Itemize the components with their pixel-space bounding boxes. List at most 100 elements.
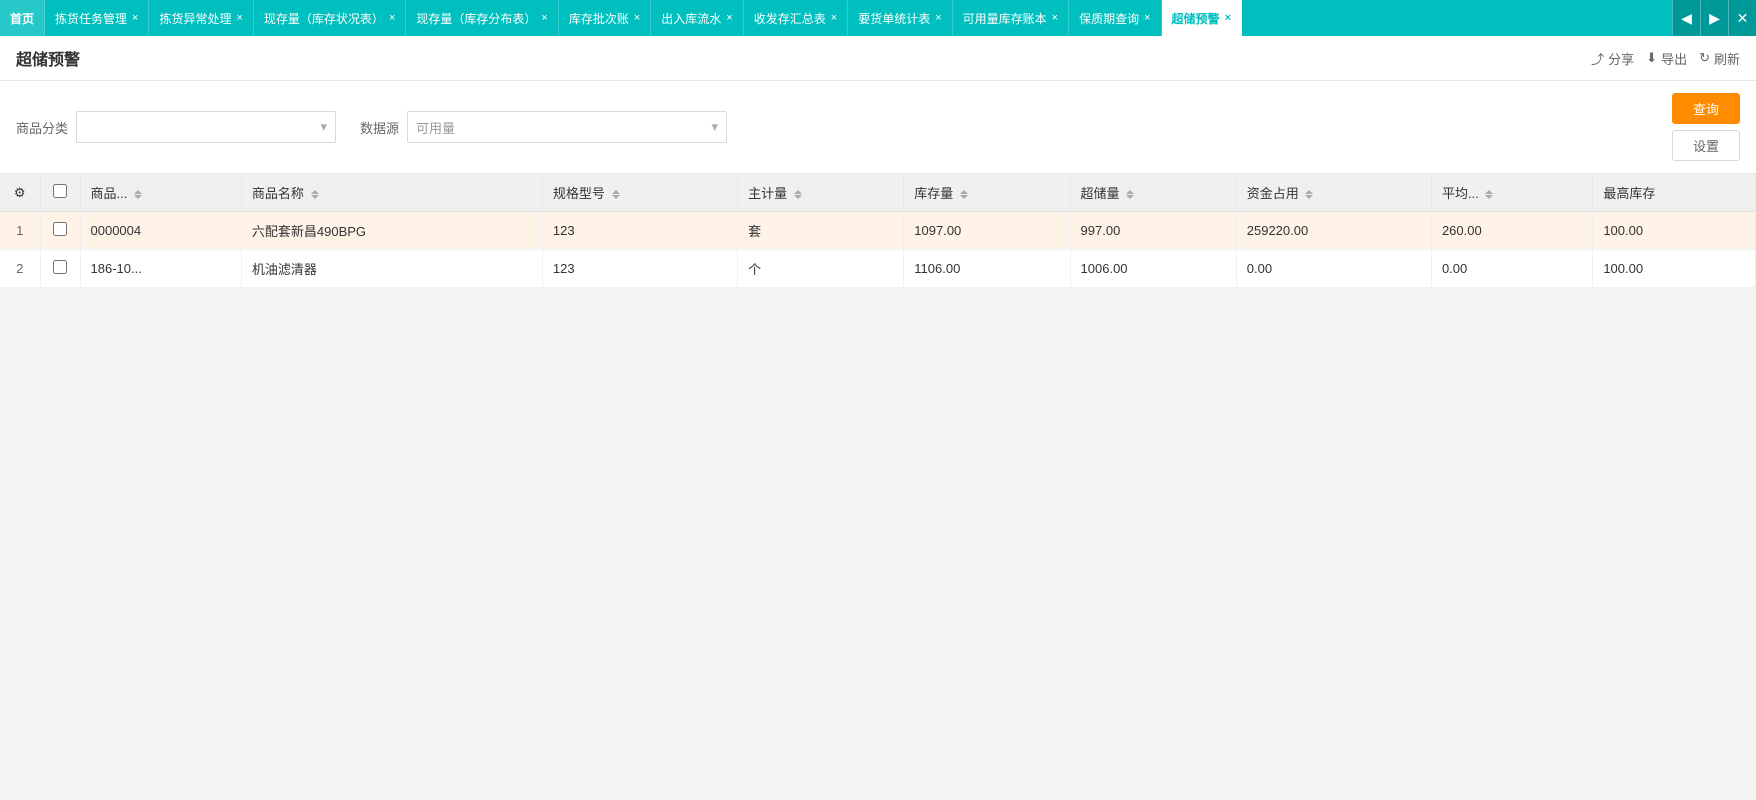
category-select-arrow: ▾ [320, 119, 327, 135]
nav-tab-batch[interactable]: 库存批次账 × [559, 0, 651, 36]
row-1-overstock: 997.00 [1070, 212, 1236, 250]
sort-icon-product-code [134, 190, 142, 199]
share-label: 分享 [1608, 49, 1634, 68]
nav-tab-abnormal-label: 拣货异常处理 [159, 10, 231, 27]
page-header: 超储预警 ⤴ 分享 ⬇ 导出 ↻ 刷新 [0, 36, 1756, 81]
col-stock-label: 库存量 [914, 186, 953, 201]
col-product-code-label: 商品... [91, 186, 128, 201]
filter-area: 商品分类 ▾ 数据源 可用量 ▾ 查询 设置 [0, 81, 1756, 174]
row-2-overstock: 1006.00 [1070, 250, 1236, 288]
sort-icon-overstock [1126, 190, 1134, 199]
row-1-avg: 260.00 [1431, 212, 1592, 250]
nav-tab-collect-close[interactable]: × [831, 12, 837, 24]
sort-icon-capital [1305, 190, 1313, 199]
nav-tab-overstock-close[interactable]: × [1225, 12, 1231, 24]
select-all-checkbox[interactable] [53, 184, 67, 198]
nav-tab-collect[interactable]: 收发存汇总表 × [744, 0, 848, 36]
nav-tab-stock-status-close[interactable]: × [389, 12, 395, 24]
nav-tab-batch-close[interactable]: × [634, 12, 640, 24]
row-1-stock: 1097.00 [904, 212, 1070, 250]
row-2-checkbox-cell [40, 250, 80, 288]
sort-icon-spec [612, 190, 620, 199]
nav-prev-button[interactable]: ◀ [1672, 0, 1700, 36]
share-button[interactable]: ⤴ 分享 [1591, 49, 1634, 68]
row-1-unit: 套 [738, 212, 904, 250]
table-col-product-name[interactable]: 商品名称 [241, 174, 542, 212]
table-col-spec[interactable]: 规格型号 [542, 174, 737, 212]
nav-tab-quality-close[interactable]: × [1144, 12, 1150, 24]
nav-arrows: ◀ ▶ ✕ [1672, 0, 1756, 36]
export-label: 导出 [1661, 49, 1687, 68]
table-col-overstock[interactable]: 超储量 [1070, 174, 1236, 212]
export-button[interactable]: ⬇ 导出 [1646, 49, 1687, 68]
table-area: ⚙ 商品... 商品名称 规格型号 主计量 [0, 174, 1756, 288]
nav-next-button[interactable]: ▶ [1700, 0, 1728, 36]
row-2-avg: 0.00 [1431, 250, 1592, 288]
nav-close-button[interactable]: ✕ [1728, 0, 1756, 36]
settings-button[interactable]: 设置 [1672, 130, 1740, 161]
col-product-name-label: 商品名称 [252, 186, 304, 201]
nav-tab-home[interactable]: 首页 [0, 0, 45, 36]
nav-tab-stock-dist-close[interactable]: × [541, 12, 547, 24]
query-button[interactable]: 查询 [1672, 93, 1740, 124]
nav-tab-abnormal[interactable]: 拣货异常处理 × [149, 0, 253, 36]
table-col-product-code[interactable]: 商品... [80, 174, 241, 212]
data-table: ⚙ 商品... 商品名称 规格型号 主计量 [0, 174, 1756, 288]
table-row: 1 0000004 六配套新昌490BPG 123 套 1097.00 997.… [0, 212, 1756, 250]
nav-tab-task-mgmt-close[interactable]: × [132, 12, 138, 24]
category-label: 商品分类 [16, 118, 68, 137]
col-avg-label: 平均... [1442, 186, 1479, 201]
datasource-select[interactable]: 可用量 ▾ [407, 111, 727, 143]
category-select[interactable]: ▾ [76, 111, 336, 143]
row-1-spec: 123 [542, 212, 737, 250]
refresh-button[interactable]: ↻ 刷新 [1699, 49, 1740, 68]
nav-tab-inout-flow[interactable]: 出入库流水 × [651, 0, 743, 36]
table-col-avg[interactable]: 平均... [1431, 174, 1592, 212]
nav-tab-abnormal-close[interactable]: × [236, 12, 242, 24]
nav-tab-collect-label: 收发存汇总表 [754, 10, 826, 27]
page-title: 超储预警 [16, 46, 80, 70]
nav-tab-order-stat-close[interactable]: × [935, 12, 941, 24]
nav-tab-overstock-label: 超储预警 [1172, 10, 1220, 27]
nav-tab-inout-flow-close[interactable]: × [726, 12, 732, 24]
row-1-checkbox-cell [40, 212, 80, 250]
row-2-stock: 1106.00 [904, 250, 1070, 288]
sort-icon-stock [960, 190, 968, 199]
nav-tab-available-label: 可用量库存账本 [963, 10, 1047, 27]
row-2-num: 2 [0, 250, 40, 288]
top-nav: 首页 拣货任务管理 × 拣货异常处理 × 现存量（库存状况表） × 现存量（库存… [0, 0, 1756, 36]
nav-tab-task-mgmt[interactable]: 拣货任务管理 × [45, 0, 149, 36]
datasource-label: 数据源 [360, 118, 399, 137]
row-2-max-stock: 100.00 [1593, 250, 1756, 288]
table-col-max-stock[interactable]: 最高库存 [1593, 174, 1756, 212]
filter-actions: 查询 设置 [1672, 93, 1740, 161]
table-settings-col[interactable]: ⚙ [0, 174, 40, 212]
nav-tab-quality[interactable]: 保质期查询 × [1069, 0, 1161, 36]
sort-icon-product-name [311, 190, 319, 199]
table-col-capital[interactable]: 资金占用 [1236, 174, 1431, 212]
table-header-row: ⚙ 商品... 商品名称 规格型号 主计量 [0, 174, 1756, 212]
row-2-product-code: 186-10... [80, 250, 241, 288]
sort-icon-avg [1485, 190, 1493, 199]
datasource-select-value: 可用量 [416, 118, 455, 137]
row-1-product-name: 六配套新昌490BPG [241, 212, 542, 250]
refresh-icon: ↻ [1699, 50, 1710, 66]
table-row: 2 186-10... 机油滤清器 123 个 1106.00 1006.00 … [0, 250, 1756, 288]
row-1-checkbox[interactable] [53, 222, 67, 236]
table-col-stock[interactable]: 库存量 [904, 174, 1070, 212]
nav-tab-stock-status[interactable]: 现存量（库存状况表） × [254, 0, 406, 36]
row-2-product-name: 机油滤清器 [241, 250, 542, 288]
nav-tab-stock-dist-label: 现存量（库存分布表） [416, 10, 536, 27]
gear-icon: ⚙ [14, 185, 26, 200]
nav-tab-order-stat[interactable]: 要货单统计表 × [848, 0, 952, 36]
nav-tab-stock-dist[interactable]: 现存量（库存分布表） × [406, 0, 558, 36]
row-1-max-stock: 100.00 [1593, 212, 1756, 250]
nav-tab-overstock[interactable]: 超储预警 × [1162, 0, 1242, 36]
row-2-checkbox[interactable] [53, 260, 67, 274]
nav-tab-available[interactable]: 可用量库存账本 × [953, 0, 1069, 36]
nav-tab-available-close[interactable]: × [1052, 12, 1058, 24]
table-col-unit[interactable]: 主计量 [738, 174, 904, 212]
table-checkbox-col [40, 174, 80, 212]
nav-tab-task-mgmt-label: 拣货任务管理 [55, 10, 127, 27]
nav-tab-home-label: 首页 [10, 10, 34, 27]
